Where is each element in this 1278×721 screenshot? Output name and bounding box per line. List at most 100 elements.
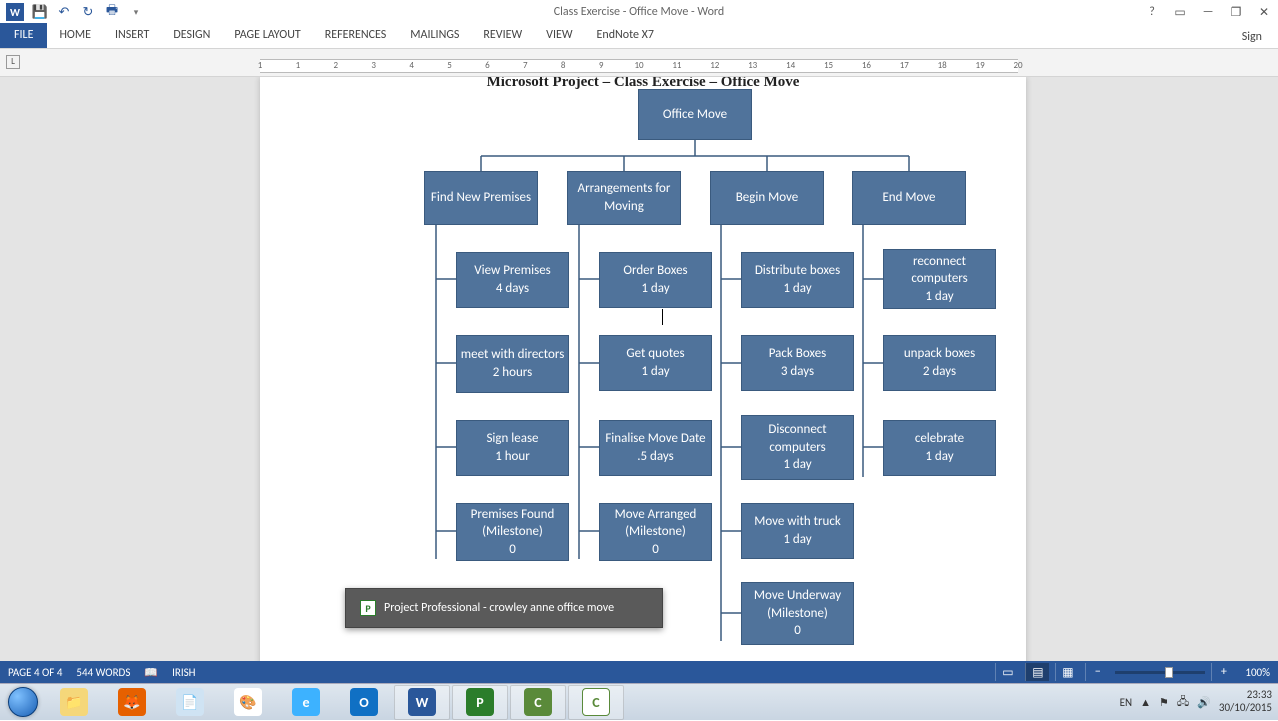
ruler-tick: 10 — [634, 60, 643, 71]
node-label: Office Move — [639, 106, 751, 124]
task-duration: 3 days — [742, 363, 853, 381]
redo-icon[interactable]: ↻ — [80, 4, 96, 20]
help-icon[interactable]: ? — [1142, 3, 1162, 21]
taskbar-word[interactable]: W — [394, 685, 450, 720]
qat-more-icon[interactable]: ▾ — [128, 4, 144, 20]
tab-page-layout[interactable]: PAGE LAYOUT — [222, 23, 312, 48]
taskbar-notepad[interactable]: 📄 — [162, 685, 218, 720]
taskbar-preview-tooltip: P Project Professional - crowley anne of… — [345, 588, 663, 628]
ruler-tick: 7 — [523, 60, 528, 71]
minimize-icon[interactable]: — — [1198, 3, 1218, 21]
ribbon-tabs: FILE HOME INSERT DESIGN PAGE LAYOUT REFE… — [0, 24, 1278, 49]
tab-review[interactable]: REVIEW — [471, 23, 534, 48]
tab-design[interactable]: DESIGN — [161, 23, 222, 48]
status-language[interactable]: IRISH — [172, 666, 195, 679]
tab-mailings[interactable]: MAILINGS — [398, 23, 471, 48]
tab-selector[interactable]: L — [6, 55, 20, 69]
chart-node-task: Move Underway (Milestone) 0 — [741, 582, 854, 645]
ruler-tick: 15 — [824, 60, 833, 71]
task-name: meet with directors — [457, 346, 568, 364]
chart-node-task: unpack boxes 2 days — [883, 335, 996, 391]
read-mode-button[interactable]: ▭ — [995, 663, 1019, 681]
print-layout-button[interactable]: ▤ — [1025, 663, 1049, 681]
text-cursor — [662, 309, 663, 325]
chart-node-task: Order Boxes 1 day — [599, 252, 712, 308]
quickprint-icon[interactable]: 🖶 — [104, 4, 120, 20]
chart-node-task: Distribute boxes 1 day — [741, 252, 854, 308]
undo-icon[interactable]: ↶ — [56, 4, 72, 20]
tray-volume-icon[interactable]: 🔊 — [1197, 696, 1211, 709]
taskbar-outlook[interactable]: O — [336, 685, 392, 720]
tray-lang[interactable]: EN — [1120, 696, 1132, 709]
chart-node-task: Get quotes 1 day — [599, 335, 712, 391]
proofing-icon[interactable]: 📖 — [144, 666, 158, 679]
ruler-tick: 18 — [938, 60, 947, 71]
task-duration: 1 day — [742, 531, 853, 549]
taskbar-ie[interactable]: e — [278, 685, 334, 720]
task-name: Move Underway (Milestone) — [742, 587, 853, 622]
close-icon[interactable]: ✕ — [1254, 3, 1274, 21]
tray-network-icon[interactable]: 🖧 — [1177, 693, 1189, 712]
status-words[interactable]: 544 WORDS — [76, 666, 130, 679]
tab-home[interactable]: HOME — [47, 23, 103, 48]
tray-action-center-icon[interactable]: ⚑ — [1159, 696, 1169, 709]
restore-icon[interactable]: ❐ — [1226, 3, 1246, 21]
taskbar-project[interactable]: P — [452, 685, 508, 720]
web-layout-button[interactable]: ▦ — [1055, 663, 1079, 681]
task-name: Order Boxes — [600, 262, 711, 280]
task-duration: 1 day — [742, 456, 853, 474]
tab-view[interactable]: VIEW — [534, 23, 584, 48]
status-page[interactable]: PAGE 4 OF 4 — [8, 666, 62, 679]
quick-access-toolbar: W 💾 ↶ ↻ 🖶 ▾ — [0, 3, 144, 21]
zoom-slider[interactable] — [1115, 671, 1205, 674]
zoom-in-button[interactable]: + — [1211, 663, 1235, 681]
tab-endnote[interactable]: EndNote X7 — [585, 23, 666, 48]
zoom-level[interactable]: 100% — [1245, 666, 1270, 679]
start-button[interactable] — [0, 684, 45, 721]
file-tab[interactable]: FILE — [0, 23, 47, 48]
task-name: View Premises — [457, 262, 568, 280]
window-title: Class Exercise - Office Move - Word — [554, 5, 724, 19]
task-name: reconnect computers — [884, 253, 995, 288]
chart-node-task: Pack Boxes 3 days — [741, 335, 854, 391]
tab-references[interactable]: REFERENCES — [313, 23, 399, 48]
chart-node-branch: Find New Premises — [424, 171, 538, 225]
taskbar-firefox[interactable]: 🦊 — [104, 685, 160, 720]
zoom-out-button[interactable]: − — [1085, 663, 1109, 681]
ribbon-options-icon[interactable]: ▭ — [1170, 3, 1190, 21]
taskbar-camtasia-editor[interactable]: C — [568, 685, 624, 720]
chart-node-task: View Premises 4 days — [456, 252, 569, 308]
chart-node-task: meet with directors 2 hours — [456, 335, 569, 393]
task-name: Disconnect computers — [742, 421, 853, 456]
tab-insert[interactable]: INSERT — [103, 23, 161, 48]
chart-node-task: Disconnect computers 1 day — [741, 415, 854, 480]
task-name: Pack Boxes — [742, 345, 853, 363]
tray-date: 30/10/2015 — [1219, 702, 1272, 715]
ruler-tick: 12 — [710, 60, 719, 71]
sign-in-link[interactable]: Sign — [1236, 26, 1268, 48]
taskbar-paint[interactable]: 🎨 — [220, 685, 276, 720]
task-duration: 0 — [600, 541, 711, 559]
chart-node-task: Premises Found (Milestone) 0 — [456, 503, 569, 561]
task-duration: 4 days — [457, 280, 568, 298]
save-icon[interactable]: 💾 — [32, 4, 48, 20]
ruler-tick: 16 — [862, 60, 871, 71]
chart-node-branch: Arrangements for Moving — [567, 171, 681, 225]
task-duration: 1 hour — [457, 448, 568, 466]
node-label: Arrangements for Moving — [568, 180, 680, 215]
horizontal-ruler[interactable]: 11234567891011121314151617181920 — [260, 59, 1018, 73]
chart-node-branch: End Move — [852, 171, 966, 225]
tray-chevron-icon[interactable]: ▲ — [1140, 696, 1151, 709]
ruler-tick: 6 — [485, 60, 490, 71]
task-name: Get quotes — [600, 345, 711, 363]
chart-node-task: Finalise Move Date .5 days — [599, 420, 712, 476]
taskbar-explorer[interactable]: 📁 — [46, 685, 102, 720]
tray-clock[interactable]: 23:33 30/10/2015 — [1219, 689, 1272, 714]
taskbar-camtasia[interactable]: C — [510, 685, 566, 720]
task-duration: 1 day — [884, 288, 995, 306]
chart-node-task: celebrate 1 day — [883, 420, 996, 476]
ruler-tick: 1 — [258, 60, 263, 71]
page[interactable]: Microsoft Project – Class Exercise – Off… — [260, 77, 1026, 671]
task-duration: 1 day — [742, 280, 853, 298]
ruler-tick: 9 — [599, 60, 604, 71]
